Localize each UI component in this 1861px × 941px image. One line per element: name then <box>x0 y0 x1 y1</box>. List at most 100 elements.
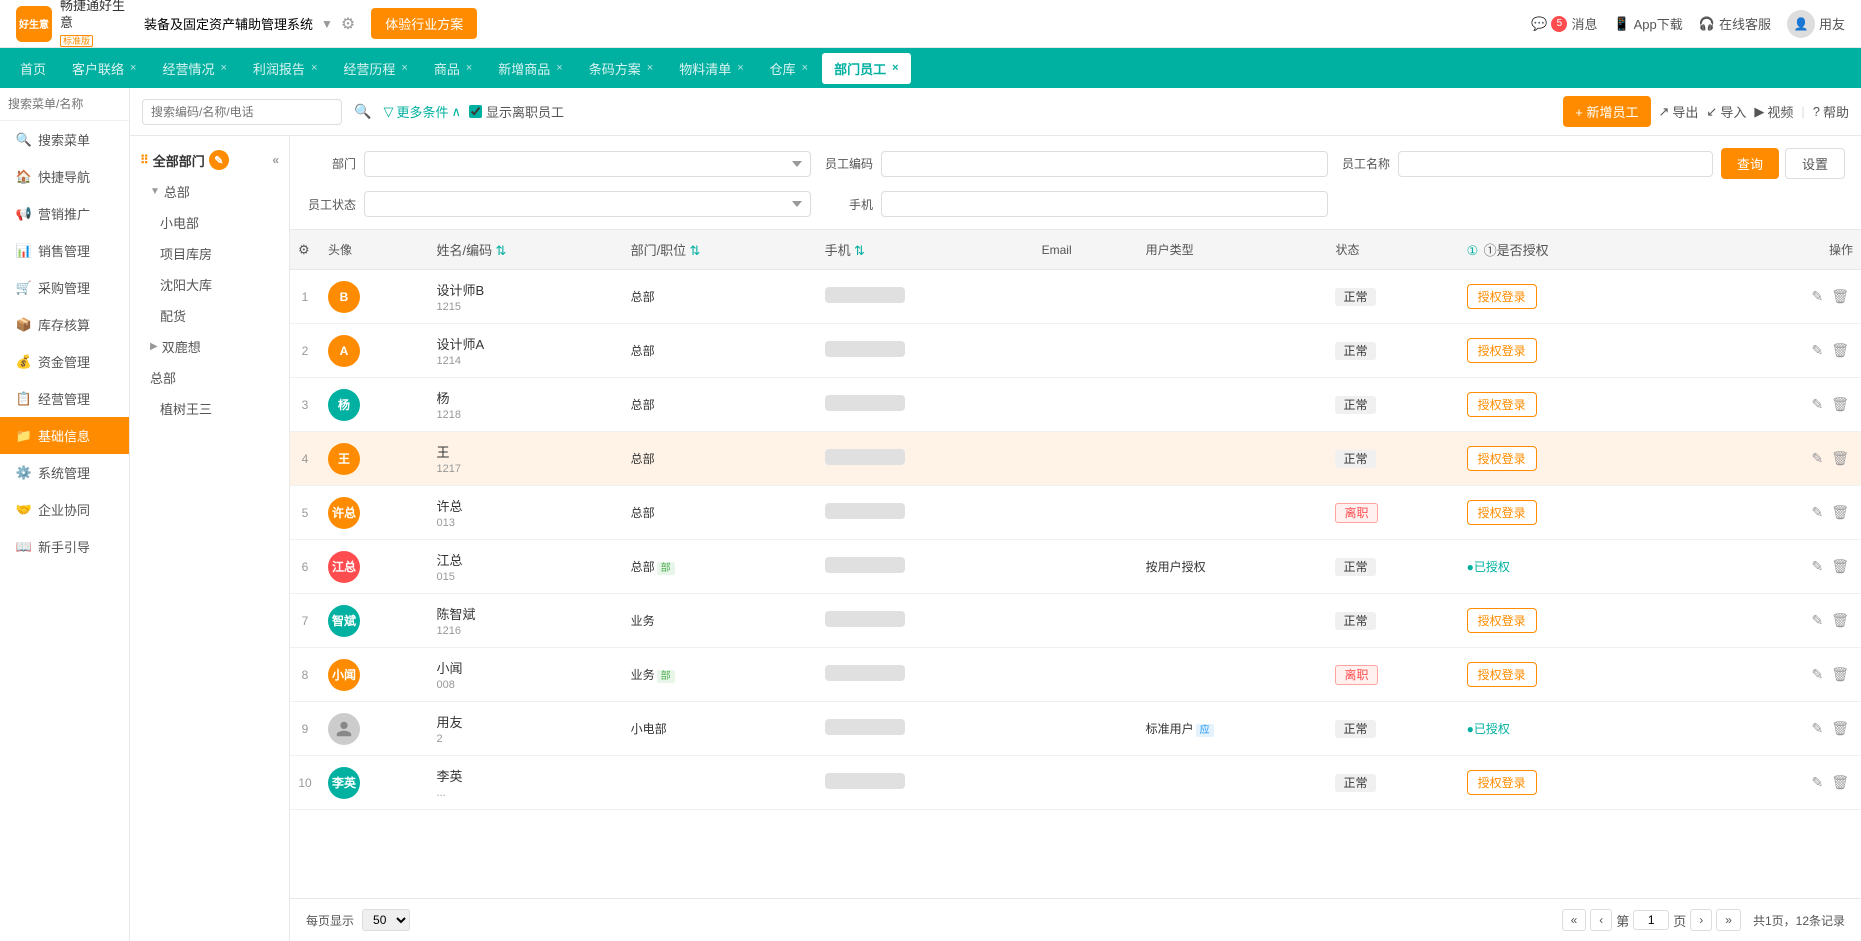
close-icon[interactable]: × <box>401 62 407 74</box>
tab-warehouse[interactable]: 仓库× <box>758 53 820 84</box>
sidebar-item-quicknav[interactable]: 🏠 快捷导航 <box>0 158 129 195</box>
delete-button[interactable]: 🗑 <box>1827 502 1853 523</box>
auth-login-button[interactable]: 授权登录 <box>1467 338 1537 363</box>
dropdown-arrow-icon[interactable]: ▼ <box>321 17 333 31</box>
edit-button[interactable]: ✎ <box>1807 718 1827 739</box>
close-icon[interactable]: × <box>647 62 653 74</box>
close-icon[interactable]: × <box>311 62 317 74</box>
delete-button[interactable]: 🗑 <box>1827 610 1853 631</box>
dept-item-xiaodian[interactable]: 小电部 <box>130 207 289 238</box>
reset-button[interactable]: 设置 <box>1785 148 1845 179</box>
page-number-input[interactable] <box>1633 910 1669 930</box>
auth-login-button[interactable]: 授权登录 <box>1467 608 1537 633</box>
auth-login-button[interactable]: 授权登录 <box>1467 500 1537 525</box>
dept-item-zongbu-parent[interactable]: ▼ 总部 <box>130 176 289 207</box>
sidebar-item-guide[interactable]: 📖 新手引导 <box>0 528 129 565</box>
delete-button[interactable]: 🗑 <box>1827 664 1853 685</box>
dept-filter-select[interactable] <box>364 151 811 177</box>
close-icon[interactable]: × <box>802 62 808 74</box>
app-download-btn[interactable]: 📱 App下载 <box>1613 14 1682 33</box>
sidebar-item-search[interactable]: 🔍 搜索菜单 <box>0 121 129 158</box>
query-button[interactable]: 查询 <box>1721 148 1779 179</box>
delete-button[interactable]: 🗑 <box>1827 394 1853 415</box>
online-service-btn[interactable]: 🎧 在线客服 <box>1699 14 1771 33</box>
sort-icon[interactable]: ⇅ <box>690 243 701 258</box>
export-button[interactable]: ↗ 导出 <box>1659 102 1699 121</box>
delete-button[interactable]: 🗑 <box>1827 286 1853 307</box>
next-page-button[interactable]: › <box>1690 909 1712 931</box>
tab-new-goods[interactable]: 新增商品× <box>486 53 574 84</box>
phone-filter-input[interactable] <box>881 191 1328 217</box>
edit-button[interactable]: ✎ <box>1807 394 1827 415</box>
tab-operation[interactable]: 经营情况× <box>150 53 238 84</box>
tab-employees[interactable]: 部门员工× <box>822 53 910 84</box>
search-button[interactable]: 🔍 <box>350 99 375 124</box>
close-icon[interactable]: × <box>556 62 562 74</box>
emp-name-input[interactable] <box>1398 151 1713 177</box>
sidebar-item-sales[interactable]: 📊 销售管理 <box>0 232 129 269</box>
tab-barcode[interactable]: 条码方案× <box>577 53 665 84</box>
sort-icon[interactable]: ⇅ <box>854 243 865 258</box>
sidebar-item-collab[interactable]: 🤝 企业协同 <box>0 491 129 528</box>
auth-login-button[interactable]: 授权登录 <box>1467 284 1537 309</box>
delete-button[interactable]: 🗑 <box>1827 772 1853 793</box>
dept-edit-button[interactable]: ✎ <box>209 150 229 170</box>
first-page-button[interactable]: « <box>1562 909 1587 931</box>
dept-item-shuanglu[interactable]: ▶ 双鹿想 <box>130 331 289 362</box>
sidebar-item-marketing[interactable]: 📢 营销推广 <box>0 195 129 232</box>
search-input[interactable] <box>142 99 342 125</box>
close-icon[interactable]: × <box>220 62 226 74</box>
more-filter-button[interactable]: ▽ 更多条件 ∧ <box>383 102 461 121</box>
sidebar-item-basic[interactable]: 📁 基础信息 <box>0 417 129 454</box>
sidebar-item-operations[interactable]: 📋 经营管理 <box>0 380 129 417</box>
view-button[interactable]: ▶ 视频 <box>1754 102 1793 121</box>
auth-login-button[interactable]: 授权登录 <box>1467 770 1537 795</box>
auth-login-button[interactable]: 授权登录 <box>1467 446 1537 471</box>
edit-button[interactable]: ✎ <box>1807 556 1827 577</box>
sidebar-item-system[interactable]: ⚙️ 系统管理 <box>0 454 129 491</box>
dept-item-project[interactable]: 项目库房 <box>130 238 289 269</box>
edit-button[interactable]: ✎ <box>1807 772 1827 793</box>
close-icon[interactable]: × <box>130 62 136 74</box>
gear-icon[interactable]: ⚙ <box>341 14 355 34</box>
status-filter-select[interactable] <box>364 191 811 217</box>
edit-button[interactable]: ✎ <box>1807 340 1827 361</box>
auth-login-button[interactable]: 授权登录 <box>1467 662 1537 687</box>
trial-button[interactable]: 体验行业方案 <box>371 8 477 39</box>
user-menu[interactable]: 👤 用友 <box>1787 10 1845 38</box>
sidebar-item-finance[interactable]: 💰 资金管理 <box>0 343 129 380</box>
delete-button[interactable]: 🗑 <box>1827 340 1853 361</box>
close-icon[interactable]: × <box>737 62 743 74</box>
show-resigned-checkbox[interactable]: 显示离职员工 <box>469 102 564 121</box>
edit-button[interactable]: ✎ <box>1807 664 1827 685</box>
close-icon[interactable]: × <box>892 62 898 74</box>
edit-button[interactable]: ✎ <box>1807 610 1827 631</box>
delete-button[interactable]: 🗑 <box>1827 718 1853 739</box>
message-btn[interactable]: 💬 5 消息 <box>1531 14 1597 33</box>
dept-item-shenyang[interactable]: 沈阳大库 <box>130 269 289 300</box>
help-button[interactable]: ? 帮助 <box>1813 102 1849 121</box>
dept-item-zongbu2[interactable]: 总部 <box>130 362 289 393</box>
sort-icon[interactable]: ⇅ <box>495 243 506 258</box>
last-page-button[interactable]: » <box>1716 909 1741 931</box>
settings-icon[interactable]: ⚙ <box>298 242 310 257</box>
add-employee-button[interactable]: + 新增员工 <box>1563 96 1650 127</box>
tab-bom[interactable]: 物料清单× <box>667 53 755 84</box>
close-icon[interactable]: × <box>466 62 472 74</box>
sidebar-item-purchase[interactable]: 🛒 采购管理 <box>0 269 129 306</box>
edit-button[interactable]: ✎ <box>1807 502 1827 523</box>
sidebar-item-inventory[interactable]: 📦 库存核算 <box>0 306 129 343</box>
per-page-select[interactable]: 50 <box>362 909 410 931</box>
tab-profit[interactable]: 利润报告× <box>241 53 329 84</box>
prev-page-button[interactable]: ‹ <box>1590 909 1612 931</box>
delete-button[interactable]: 🗑 <box>1827 556 1853 577</box>
tab-history[interactable]: 经营历程× <box>331 53 419 84</box>
auth-login-button[interactable]: 授权登录 <box>1467 392 1537 417</box>
edit-button[interactable]: ✎ <box>1807 448 1827 469</box>
emp-code-input[interactable] <box>881 151 1328 177</box>
delete-button[interactable]: 🗑 <box>1827 448 1853 469</box>
edit-button[interactable]: ✎ <box>1807 286 1827 307</box>
tab-customer[interactable]: 客户联络× <box>60 53 148 84</box>
dept-item-zhishu[interactable]: 植树王三 <box>130 393 289 424</box>
import-button[interactable]: ↙ 导入 <box>1706 102 1746 121</box>
